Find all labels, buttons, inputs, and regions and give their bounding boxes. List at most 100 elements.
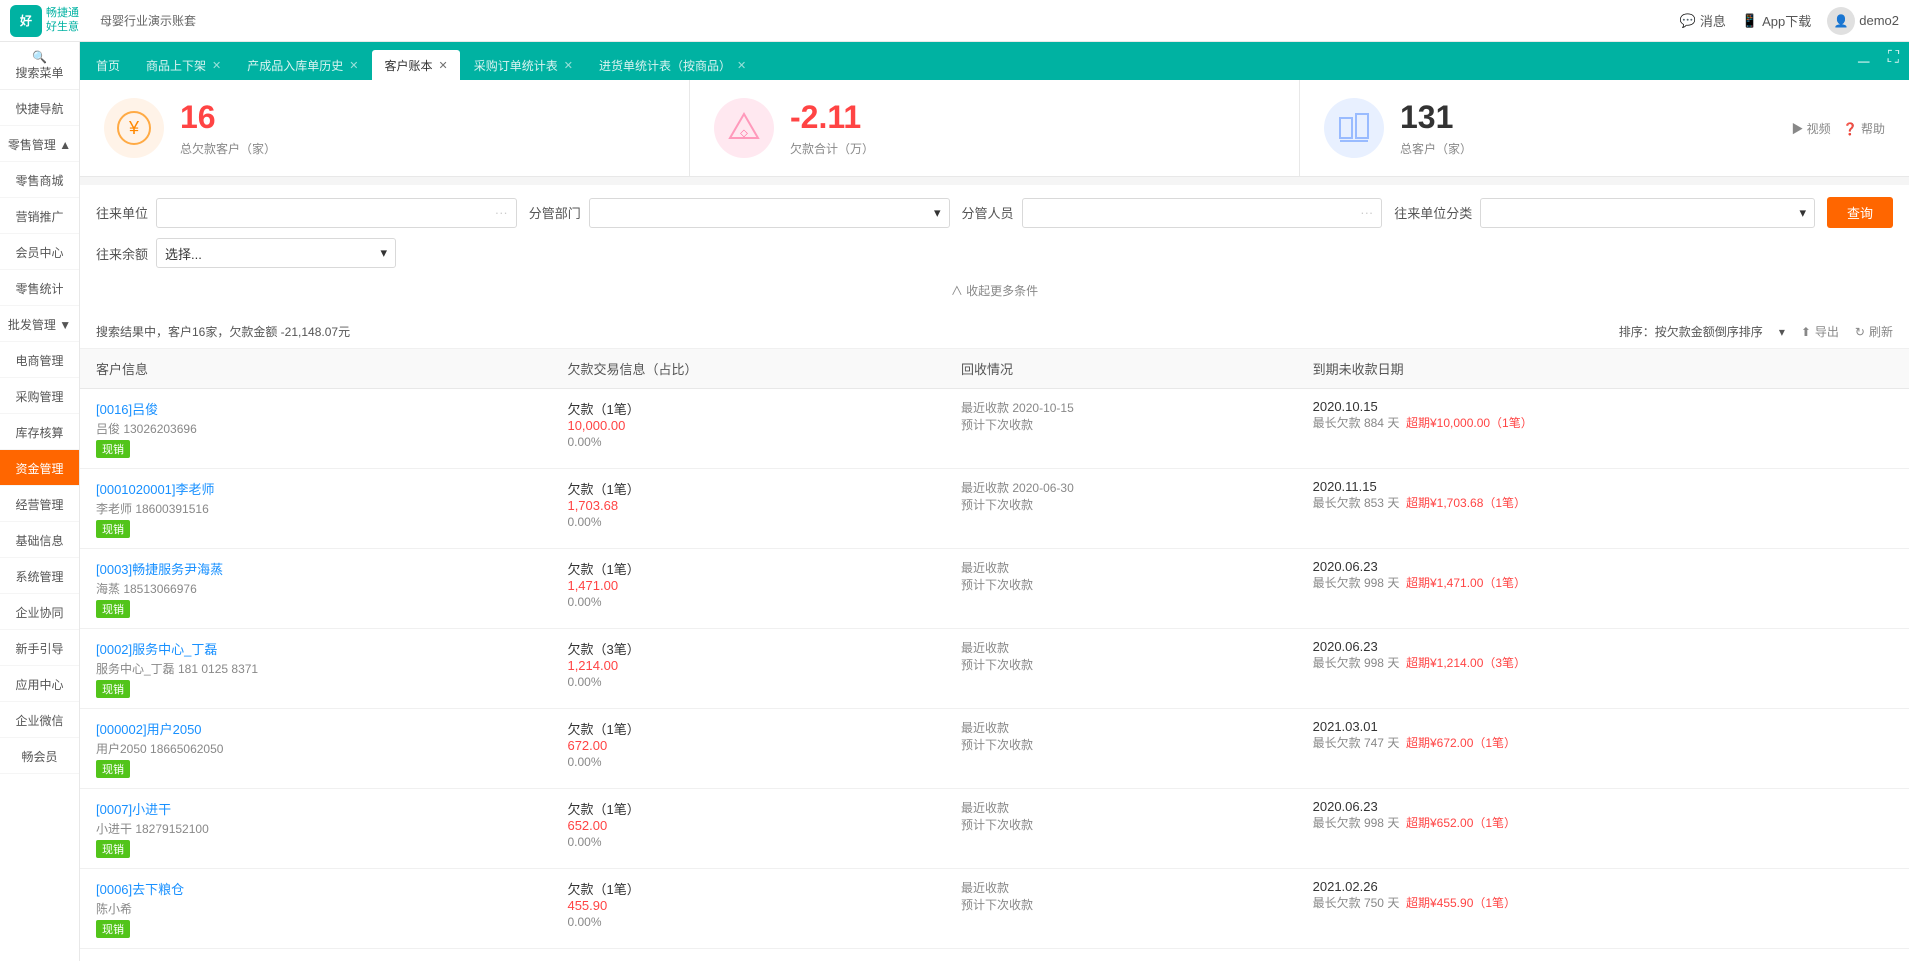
tab-close-icon[interactable]: ✕ [212,59,221,72]
overdue-link-5[interactable]: 超期¥652.00（1笔） [1406,816,1516,830]
customer-tag-3: 现销 [96,680,130,698]
stat-card-total: 131 总客户（家） ▶ 视频 ❓ 帮助 [1300,80,1909,176]
overdue-days-6: 最长欠款 750 天 超期¥455.90（1笔） [1313,894,1893,911]
tab-customer-ledger[interactable]: 客户账本 ✕ [372,50,459,80]
overdue-link-6[interactable]: 超期¥455.90（1笔） [1406,896,1516,910]
sidebar-item-app-center[interactable]: 应用中心 [0,666,79,702]
sidebar-item-marketing[interactable]: 营销推广 [0,198,79,234]
filter-input-manager[interactable]: ··· [1022,198,1383,228]
filter-select-category[interactable]: ▾ [1480,198,1815,228]
sidebar-item-label: 基础信息 [15,534,63,548]
tab-import-stats[interactable]: 进货单统计表（按商品） ✕ [587,50,758,80]
overdue-link-4[interactable]: 超期¥672.00（1笔） [1406,736,1516,750]
customer-name-1[interactable]: [0001020001]李老师 [96,479,535,498]
sidebar-item-operations[interactable]: 经营管理 [0,486,79,522]
sidebar-item-vip[interactable]: 畅会员 [0,738,79,774]
filter-input-unit[interactable]: ··· [156,198,517,228]
debt-amount-2[interactable]: 1,471.00 [567,578,929,593]
filter-select-balance[interactable]: 选择... ▾ [156,238,396,268]
sidebar-item-ecommerce[interactable]: 电商管理 [0,342,79,378]
sidebar-item-purchase[interactable]: 采购管理 [0,378,79,414]
app-download-btn[interactable]: 📱 App下载 [1742,11,1811,30]
table-body: [0016]吕俊 吕俊 13026203696 现销 欠款（1笔） 10,000… [80,389,1909,961]
overdue-link-2[interactable]: 超期¥1,471.00（1笔） [1406,576,1526,590]
sidebar-item-wechat[interactable]: 企业微信 [0,702,79,738]
customer-tag-1: 现销 [96,520,130,538]
cell-collect-2: 最近收款 预计下次收款 [945,549,1297,629]
filter-group-unit: 往来单位 ··· [96,198,517,228]
sidebar-item-retail-mall[interactable]: 零售商城 [0,162,79,198]
debt-amount-6[interactable]: 455.90 [567,898,929,913]
sidebar-item-inventory[interactable]: 库存核算 [0,414,79,450]
tab-close-icon[interactable]: ✕ [737,59,746,72]
debt-percent-5: 0.00% [567,835,929,849]
user-menu[interactable]: 👤 demo2 [1827,7,1899,35]
overdue-days-2: 最长欠款 998 天 超期¥1,471.00（1笔） [1313,574,1893,591]
cell-collect-0: 最近收款 2020-10-15 预计下次收款 [945,389,1297,469]
tabbar-maximize-btn[interactable]: ⛶ [1882,47,1905,75]
export-btn[interactable]: ⬆ 导出 [1801,323,1839,340]
help-btn[interactable]: ❓ 帮助 [1843,120,1885,137]
sidebar-item-finance[interactable]: 资金管理 [0,450,79,486]
overdue-link-0[interactable]: 超期¥10,000.00（1笔） [1406,416,1533,430]
sidebar-item-retail-mgmt[interactable]: 零售管理 ▲ [0,126,79,162]
sidebar-search[interactable]: 🔍 搜索菜单 [0,42,79,90]
system-name: 母婴行业演示账套 [100,12,196,29]
tab-production-history[interactable]: 产成品入库单历史 ✕ [235,50,370,80]
customer-name-0[interactable]: [0016]吕俊 [96,399,535,418]
sidebar-item-beginner[interactable]: 新手引导 [0,630,79,666]
sort-label[interactable]: 排序：按欠款金额倒序排序 [1619,323,1763,340]
sidebar-item-collab[interactable]: 企业协同 [0,594,79,630]
search-button[interactable]: 查询 [1827,197,1893,228]
message-btn[interactable]: 💬 消息 [1680,11,1726,30]
refresh-btn[interactable]: ↻ 刷新 [1855,323,1893,340]
cell-customer-4: [000002]用户2050 用户2050 18665062050 现销 [80,709,551,789]
customer-name-3[interactable]: [0002]服务中心_丁磊 [96,639,535,658]
collapse-label: 收起更多条件 [966,284,1038,298]
overdue-days-0: 最长欠款 884 天 超期¥10,000.00（1笔） [1313,414,1893,431]
cell-debt-6: 欠款（1笔） 455.90 0.00% [551,869,945,949]
debt-amount-1[interactable]: 1,703.68 [567,498,929,513]
content-area: 首页 商品上下架 ✕ 产成品入库单历史 ✕ 客户账本 ✕ 采购订单统计表 ✕ 进… [80,42,1909,961]
sidebar-item-member[interactable]: 会员中心 [0,234,79,270]
debt-count-3: 欠款（3笔） [567,639,929,658]
sidebar-item-system[interactable]: 系统管理 [0,558,79,594]
sidebar-item-label: 畅会员 [21,750,57,764]
collect-label-5: 最近收款 [961,801,1009,815]
sidebar-item-wholesale[interactable]: 批发管理 ▼ [0,306,79,342]
debt-count-2: 欠款（1笔） [567,559,929,578]
sidebar-item-quick-nav[interactable]: 快捷导航 [0,90,79,126]
tab-label: 采购订单统计表 [474,57,558,74]
debt-amount-5[interactable]: 652.00 [567,818,929,833]
overdue-link-1[interactable]: 超期¥1,703.68（1笔） [1406,496,1526,510]
sidebar-item-label: 新手引导 [15,642,63,656]
user-name: demo2 [1859,13,1899,28]
tab-close-icon[interactable]: ✕ [439,59,448,72]
collect-info-0: 最近收款 2020-10-15 [961,399,1281,416]
tab-product-listing[interactable]: 商品上下架 ✕ [134,50,233,80]
tabbar-minimize-btn[interactable]: － [1850,47,1878,75]
debt-amount-4[interactable]: 672.00 [567,738,929,753]
tab-close-icon[interactable]: ✕ [564,59,573,72]
overdue-days-3: 最长欠款 998 天 超期¥1,214.00（3笔） [1313,654,1893,671]
tab-purchase-stats[interactable]: 采购订单统计表 ✕ [462,50,585,80]
filter-label-category: 往来单位分类 [1394,203,1472,222]
overdue-link-3[interactable]: 超期¥1,214.00（3笔） [1406,656,1526,670]
customer-name-2[interactable]: [0003]畅捷服务尹海蒸 [96,559,535,578]
sidebar-item-retail-stats[interactable]: 零售统计 [0,270,79,306]
collapse-filters-btn[interactable]: ∧ 收起更多条件 [96,278,1893,303]
tab-close-icon[interactable]: ✕ [349,59,358,72]
debt-amount-3[interactable]: 1,214.00 [567,658,929,673]
sidebar-item-basic-info[interactable]: 基础信息 [0,522,79,558]
customer-name-6[interactable]: [0006]去下粮仓 [96,879,535,898]
debt-amount-0[interactable]: 10,000.00 [567,418,929,433]
customer-name-5[interactable]: [0007]小进干 [96,799,535,818]
sidebar-item-label: 营销推广 [15,210,63,224]
filter-select-dept[interactable]: ▾ [589,198,950,228]
stat-value-total: 131 [1400,99,1472,136]
tab-home[interactable]: 首页 [84,50,132,80]
customer-name-4[interactable]: [000002]用户2050 [96,719,535,738]
app-label: App下载 [1762,11,1811,30]
customer-tag-2: 现销 [96,600,130,618]
video-btn[interactable]: ▶ 视频 [1791,120,1830,137]
